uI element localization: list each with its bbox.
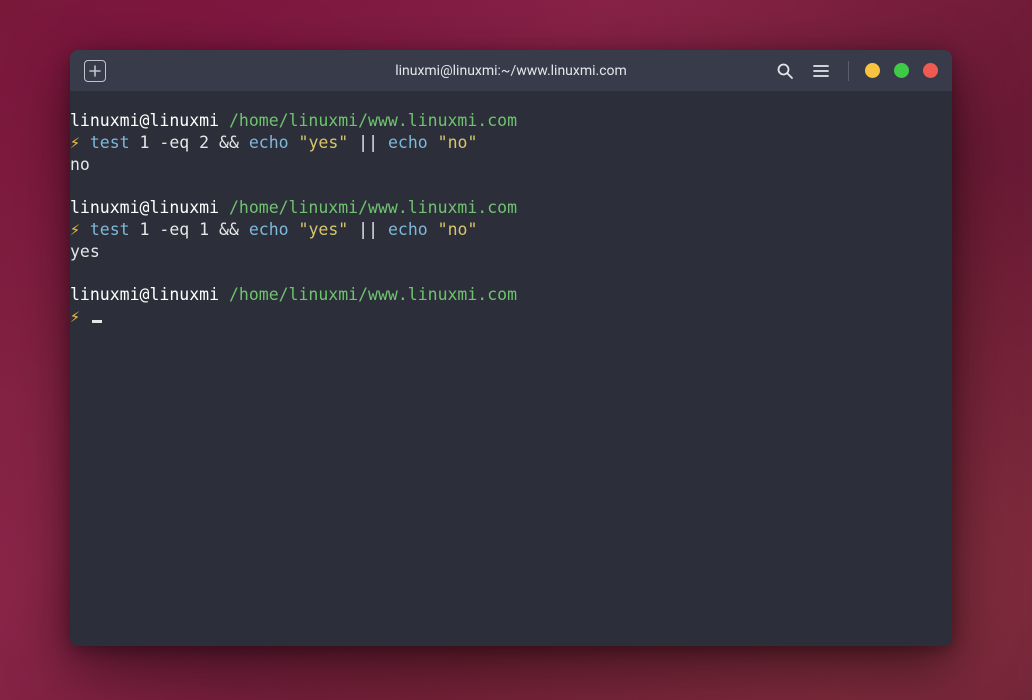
prompt-line: linuxmi@linuxmi /home/linuxmi/www.linuxm… [70,284,952,306]
command-line: ⚡ test 1 -eq 1 && echo "yes" || echo "no… [70,219,952,241]
command-line: ⚡ test 1 -eq 2 && echo "yes" || echo "no… [70,132,952,154]
blank-line [70,262,952,284]
prompt-path: /home/linuxmi/www.linuxmi.com [229,198,517,217]
prompt-path: /home/linuxmi/www.linuxmi.com [229,285,517,304]
output-line: no [70,154,952,176]
hamburger-icon [813,64,829,78]
close-button[interactable] [923,63,938,78]
lightning-icon: ⚡ [70,307,80,326]
output-line: yes [70,241,952,263]
prompt-line: linuxmi@linuxmi /home/linuxmi/www.linuxm… [70,197,952,219]
prompt-user-host: linuxmi@linuxmi [70,285,219,304]
blank-line [70,175,952,197]
plus-icon [89,65,101,77]
search-button[interactable] [774,60,796,82]
lightning-icon: ⚡ [70,220,80,239]
terminal-body[interactable]: linuxmi@linuxmi /home/linuxmi/www.linuxm… [70,92,952,646]
separator [848,61,849,81]
cmd-string: "yes" [289,220,349,239]
titlebar-left [84,60,106,82]
cmd-echo: echo [388,220,428,239]
cmd-test: test [90,220,130,239]
prompt-user-host: linuxmi@linuxmi [70,198,219,217]
prompt-path: /home/linuxmi/www.linuxmi.com [229,111,517,130]
cmd-args: 1 -eq 2 && [130,133,249,152]
cmd-string: "no" [428,220,478,239]
menu-button[interactable] [810,60,832,82]
cmd-test: test [90,133,130,152]
window-controls [865,63,938,78]
prompt-line: linuxmi@linuxmi /home/linuxmi/www.linuxm… [70,110,952,132]
cmd-echo: echo [249,133,289,152]
cmd-echo: echo [388,133,428,152]
maximize-button[interactable] [894,63,909,78]
new-tab-button[interactable] [84,60,106,82]
command-line-active[interactable]: ⚡ [70,306,952,328]
prompt-user-host: linuxmi@linuxmi [70,111,219,130]
terminal-window: linuxmi@linuxmi:~/www.linuxmi.com [70,50,952,646]
cmd-string: "no" [428,133,478,152]
cmd-string: "yes" [289,133,349,152]
cmd-op: || [348,133,388,152]
cursor [92,320,102,323]
lightning-icon: ⚡ [70,133,80,152]
cmd-op: || [348,220,388,239]
search-icon [776,62,794,80]
titlebar: linuxmi@linuxmi:~/www.linuxmi.com [70,50,952,92]
cmd-echo: echo [249,220,289,239]
minimize-button[interactable] [865,63,880,78]
cmd-args: 1 -eq 1 && [130,220,249,239]
titlebar-right [774,60,938,82]
window-title: linuxmi@linuxmi:~/www.linuxmi.com [395,63,627,79]
